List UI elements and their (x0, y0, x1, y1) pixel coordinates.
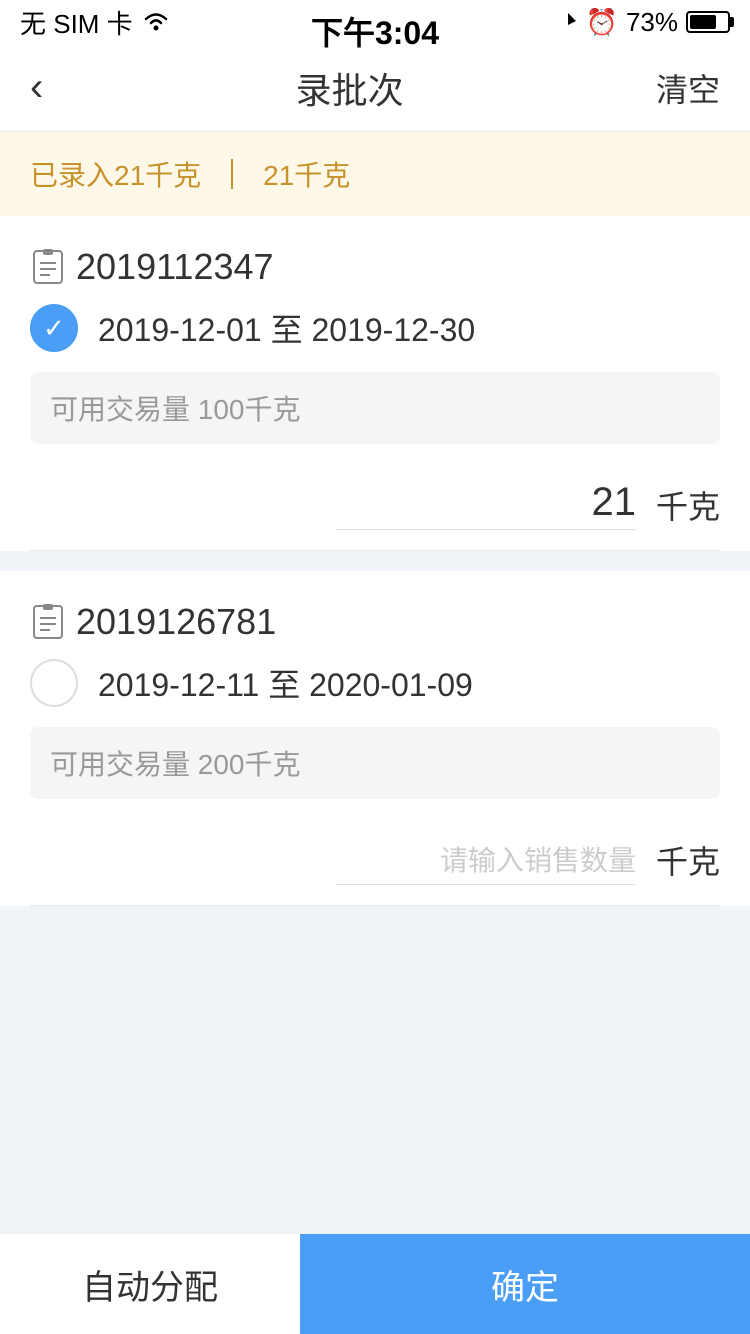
batch-icon-2 (30, 604, 66, 640)
batch-date-1: 2019-12-01 至 2019-12-30 (98, 305, 475, 351)
battery-icon (686, 11, 730, 33)
summary-bar: 已录入21千克 21千克 (0, 132, 750, 216)
input-underline-1 (336, 529, 636, 530)
batch-availability-1: 可用交易量 100千克 (30, 372, 720, 444)
batch-input-1[interactable] (436, 480, 636, 525)
summary-value: 21千克 (263, 154, 350, 194)
time-display: 下午3:04 (311, 8, 439, 54)
back-button[interactable]: ‹ (30, 65, 43, 110)
batch-availability-text-2: 可用交易量 200千克 (50, 749, 301, 780)
carrier-text: 无 SIM 卡 (20, 4, 133, 41)
alarm-icon: ⏰ (586, 7, 618, 38)
batch-availability-2: 可用交易量 200千克 (30, 727, 720, 799)
batch-input-row-2: 千克 (30, 819, 720, 906)
batch-date-2: 2019-12-11 至 2020-01-09 (98, 660, 473, 706)
confirm-button[interactable]: 确定 (300, 1234, 750, 1334)
clear-button[interactable]: 清空 (656, 65, 720, 111)
status-left: 无 SIM 卡 (20, 4, 171, 41)
input-wrapper-1 (30, 480, 636, 530)
section-divider (0, 551, 750, 571)
batch-header-2: 2019126781 (30, 601, 720, 643)
nav-bar: ‹ 录批次 清空 (0, 44, 750, 132)
batch-card-1: 2019112347 2019-12-01 至 2019-12-30 可用交易量… (0, 216, 750, 551)
input-underline-2 (336, 884, 636, 885)
batch-unit-1: 千克 (656, 482, 720, 528)
batch-unit-2: 千克 (656, 837, 720, 883)
status-bar: 无 SIM 卡 下午3:04 ⏰ 73% (0, 0, 750, 44)
batch-checkbox-2[interactable] (30, 659, 78, 707)
auto-distribute-button[interactable]: 自动分配 (0, 1234, 300, 1334)
summary-label: 已录入21千克 (30, 154, 201, 194)
batch-icon-1 (30, 249, 66, 285)
batch-number-1: 2019112347 (76, 246, 274, 288)
wifi-icon (141, 7, 171, 38)
battery-text: 73% (626, 7, 678, 38)
page-title: 录批次 (296, 62, 404, 114)
batch-availability-text-1: 可用交易量 100千克 (50, 394, 301, 425)
location-icon (558, 7, 578, 38)
batch-row-2: 2019-12-11 至 2020-01-09 (30, 659, 720, 707)
batch-header-1: 2019112347 (30, 246, 720, 288)
bottom-bar: 自动分配 确定 (0, 1234, 750, 1334)
batch-number-2: 2019126781 (76, 601, 276, 643)
batch-card-2: 2019126781 2019-12-11 至 2020-01-09 可用交易量… (0, 571, 750, 906)
summary-divider (231, 159, 233, 189)
batch-input-row-1: 千克 (30, 464, 720, 551)
batch-input-2[interactable] (436, 835, 636, 880)
batch-row-1: 2019-12-01 至 2019-12-30 (30, 304, 720, 352)
status-right: ⏰ 73% (558, 7, 730, 38)
batch-checkbox-1[interactable] (30, 304, 78, 352)
input-wrapper-2 (30, 835, 636, 885)
